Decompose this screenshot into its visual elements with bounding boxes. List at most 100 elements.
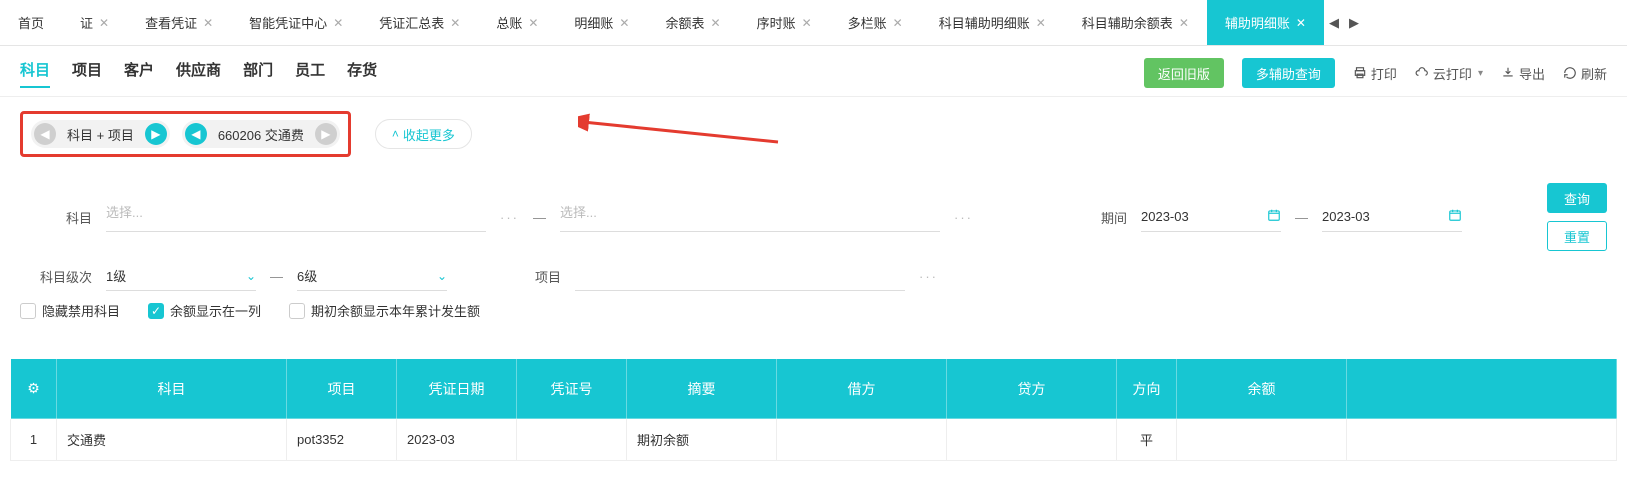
dim-supplier[interactable]: 供应商 — [176, 59, 221, 88]
collapse-more-pill[interactable]: ˄ 收起更多 — [375, 119, 472, 149]
cell-summary: 期初余额 — [627, 419, 777, 461]
tab-label: 余额表 — [665, 13, 704, 32]
tab-subject-aux-detail[interactable]: 科目辅助明细账 ✕ — [921, 0, 1064, 45]
table-row[interactable]: 1 交通费 pot3352 2023-03 期初余额 平 — [11, 419, 1617, 461]
tab-multi-column[interactable]: 多栏账✕ — [830, 0, 921, 45]
tab-label: 凭证汇总表 — [379, 13, 444, 32]
print-label: 打印 — [1371, 64, 1397, 83]
dimension-toolbar-row: 科目 项目 客户 供应商 部门 员工 存货 返回旧版 多辅助查询 打印 云打印 … — [0, 46, 1627, 97]
cell-debit — [777, 419, 947, 461]
close-icon[interactable]: ✕ — [802, 16, 812, 30]
close-icon[interactable]: ✕ — [1036, 16, 1046, 30]
level-to-select[interactable]: 6级 ⌄ — [297, 261, 447, 291]
tab-label: 智能凭证中心 — [249, 13, 327, 32]
lookup-icon[interactable]: ··· — [500, 210, 519, 225]
tabs-next-icon[interactable]: ▶ — [1344, 0, 1364, 45]
subject-to-input[interactable]: 选择... — [560, 202, 940, 232]
tab-zheng[interactable]: 证✕ — [62, 0, 127, 45]
checkbox-icon — [289, 303, 305, 319]
close-icon[interactable]: ✕ — [1179, 16, 1189, 30]
tab-general-ledger[interactable]: 总账✕ — [478, 0, 556, 45]
project-input[interactable] — [575, 261, 905, 291]
query-button[interactable]: 查询 — [1547, 183, 1607, 213]
period-from-input[interactable]: 2023-03 — [1141, 202, 1281, 232]
cell-voucher-no — [517, 419, 627, 461]
cell-project: pot3352 — [287, 419, 397, 461]
range-dash: — — [270, 269, 283, 284]
close-icon[interactable]: ✕ — [528, 16, 538, 30]
cloud-print-label: 云打印 — [1433, 64, 1472, 83]
chip-subject-project[interactable]: ◀ 科目 + 项目 ▶ — [31, 120, 170, 148]
dim-department[interactable]: 部门 — [243, 59, 273, 88]
lookup-icon[interactable]: ··· — [954, 210, 973, 225]
toolbar: 返回旧版 多辅助查询 打印 云打印 ▾ 导出 刷新 — [1144, 58, 1607, 88]
multi-aux-query-button[interactable]: 多辅助查询 — [1242, 58, 1335, 88]
print-link[interactable]: 打印 — [1353, 64, 1397, 83]
tab-label: 首页 — [18, 13, 44, 32]
cell-index: 1 — [11, 419, 57, 461]
tab-balance-sheet[interactable]: 余额表 ✕ — [647, 0, 738, 45]
cloud-print-link[interactable]: 云打印 ▾ — [1415, 64, 1483, 83]
level-from-select[interactable]: 1级 ⌄ — [106, 261, 256, 291]
chip-prev-icon[interactable]: ◀ — [34, 123, 56, 145]
dim-subject[interactable]: 科目 — [20, 59, 50, 88]
dim-inventory[interactable]: 存货 — [347, 59, 377, 88]
chk-hide-disabled[interactable]: 隐藏禁用科目 — [20, 301, 120, 320]
checkbox-row: 隐藏禁用科目 ✓ 余额显示在一列 期初余额显示本年累计发生额 — [20, 301, 1607, 320]
dim-customer[interactable]: 客户 — [124, 59, 154, 88]
close-icon[interactable]: ✕ — [450, 16, 460, 30]
dim-employee[interactable]: 员工 — [295, 59, 325, 88]
col-gear[interactable]: ⚙ — [11, 359, 57, 419]
return-old-button[interactable]: 返回旧版 — [1144, 58, 1224, 88]
chip-next-icon[interactable]: ▶ — [315, 123, 337, 145]
calendar-icon — [1267, 208, 1281, 225]
subject-from-input[interactable]: 选择... — [106, 202, 486, 232]
period-to-value: 2023-03 — [1322, 209, 1370, 224]
tab-detail-ledger[interactable]: 明细账✕ — [556, 0, 647, 45]
col-dir: 方向 — [1117, 359, 1177, 419]
tab-smart-voucher[interactable]: 智能凭证中心 ✕ — [231, 0, 361, 45]
tab-voucher-summary[interactable]: 凭证汇总表 ✕ — [361, 0, 478, 45]
refresh-icon — [1563, 66, 1577, 80]
tab-label: 序时账 — [757, 13, 796, 32]
close-icon[interactable]: ✕ — [893, 16, 903, 30]
tab-home[interactable]: 首页 — [0, 0, 62, 45]
chip-account-code[interactable]: ◀ 660206 交通费 ▶ — [182, 120, 340, 148]
cloud-print-icon — [1415, 66, 1429, 80]
tab-subject-aux-balance[interactable]: 科目辅助余额表✕ — [1064, 0, 1207, 45]
tab-label: 科目辅助明细账 — [939, 13, 1030, 32]
chip-next-icon[interactable]: ▶ — [145, 123, 167, 145]
col-subject: 科目 — [57, 359, 287, 419]
chk-label: 隐藏禁用科目 — [42, 301, 120, 320]
lookup-icon[interactable]: ··· — [919, 269, 938, 284]
period-label: 期间 — [1047, 208, 1127, 227]
calendar-icon — [1448, 208, 1462, 225]
dim-project[interactable]: 项目 — [72, 59, 102, 88]
refresh-link[interactable]: 刷新 — [1563, 64, 1607, 83]
close-icon[interactable]: ✕ — [619, 16, 629, 30]
chip-prev-icon[interactable]: ◀ — [185, 123, 207, 145]
annotation-arrow — [578, 107, 788, 147]
export-link[interactable]: 导出 — [1501, 64, 1545, 83]
project-label: 项目 — [501, 267, 561, 286]
close-icon[interactable]: ✕ — [711, 16, 721, 30]
tab-aux-detail[interactable]: 辅助明细账✕ — [1207, 0, 1324, 45]
range-dash: — — [1295, 210, 1308, 225]
gear-icon: ⚙ — [27, 380, 40, 396]
close-icon[interactable]: ✕ — [1296, 16, 1306, 30]
chk-opening-ytd[interactable]: 期初余额显示本年累计发生额 — [289, 301, 480, 320]
tabs-prev-icon[interactable]: ◀ — [1324, 0, 1344, 45]
filter-chip-row: ◀ 科目 + 项目 ▶ ◀ 660206 交通费 ▶ ˄ 收起更多 — [0, 97, 1627, 167]
tab-chrono-ledger[interactable]: 序时账 ✕ — [739, 0, 830, 45]
close-icon[interactable]: ✕ — [333, 16, 343, 30]
reset-button[interactable]: 重置 — [1547, 221, 1607, 251]
tab-view-voucher[interactable]: 查看凭证✕ — [127, 0, 231, 45]
chk-balance-one-col[interactable]: ✓ 余额显示在一列 — [148, 301, 261, 320]
export-icon — [1501, 66, 1515, 80]
close-icon[interactable]: ✕ — [203, 16, 213, 30]
chevron-up-icon: ˄ — [392, 127, 399, 141]
range-dash: — — [533, 210, 546, 225]
close-icon[interactable]: ✕ — [99, 16, 109, 30]
checkbox-icon — [20, 303, 36, 319]
period-to-input[interactable]: 2023-03 — [1322, 202, 1462, 232]
